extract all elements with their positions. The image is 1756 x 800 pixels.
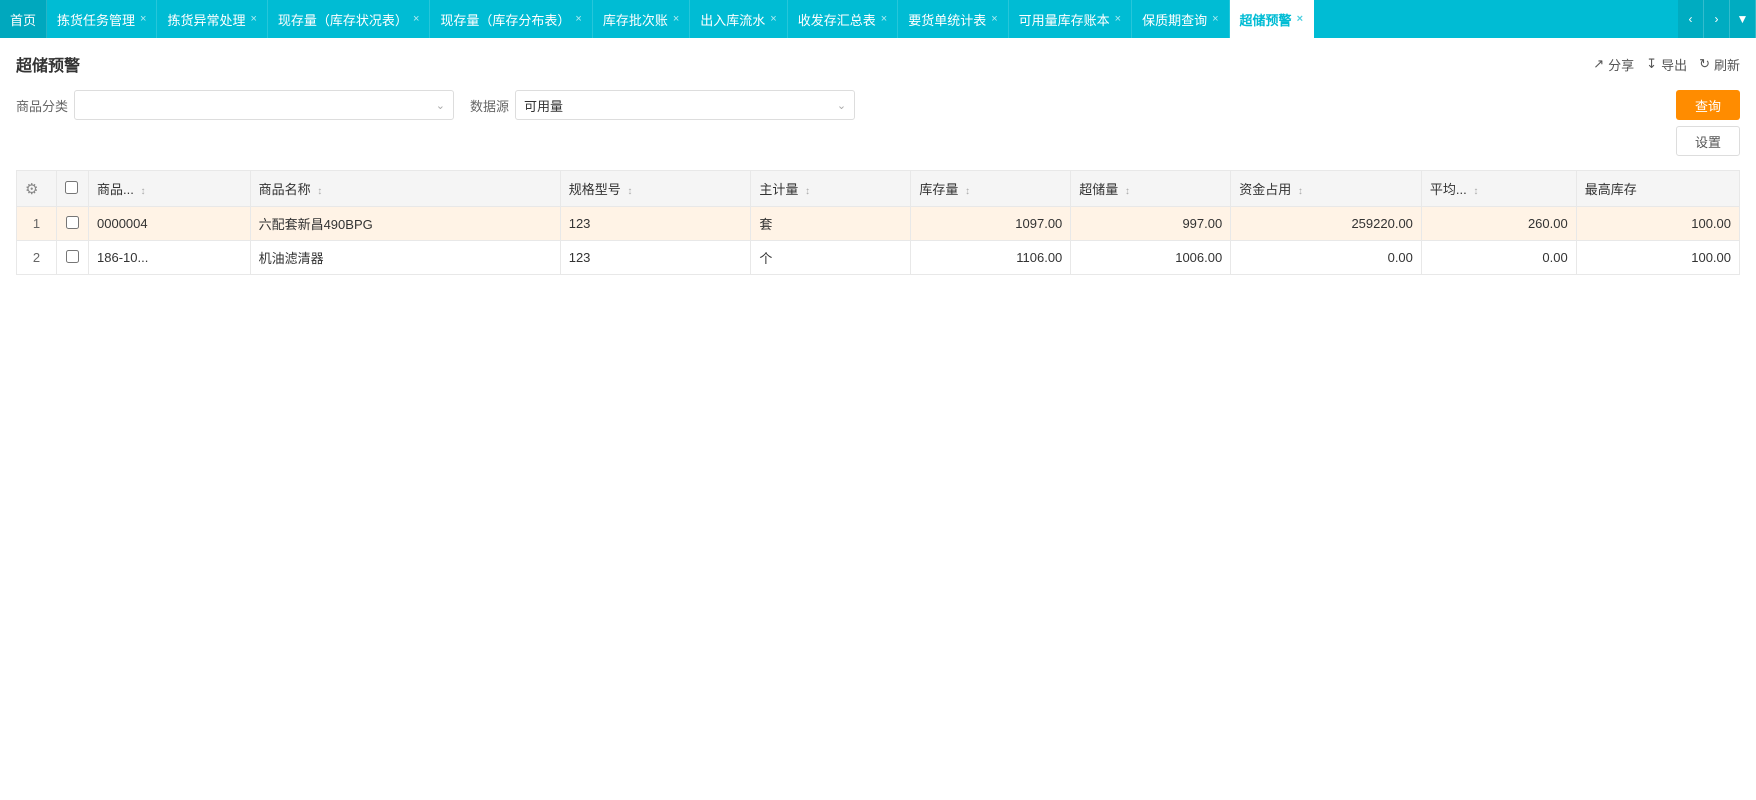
row-code-1: 186-10... (89, 241, 251, 275)
nav-close-stock-status[interactable]: × (413, 13, 419, 25)
datasource-filter: 数据源 可用量 ⌄ (470, 90, 855, 120)
top-nav: 首页 拣货任务管理 × 拣货异常处理 × 现存量（库存状况表） × 现存量（库存… (0, 0, 1756, 38)
refresh-icon: ↻ (1699, 56, 1710, 72)
nav-item-summary[interactable]: 收发存汇总表 × (788, 0, 898, 38)
nav-close-stock-dist[interactable]: × (575, 13, 581, 25)
page-header: 超储预警 ↗ 分享 ↧ 导出 ↻ 刷新 (16, 52, 1740, 76)
row-checkbox-1[interactable] (57, 241, 89, 275)
share-button[interactable]: ↗ 分享 (1593, 55, 1634, 74)
nav-item-overstock[interactable]: 超储预警 × (1230, 0, 1314, 38)
refresh-button[interactable]: ↻ 刷新 (1699, 55, 1740, 74)
query-button[interactable]: 查询 (1676, 90, 1740, 120)
sort-spec-icon[interactable]: ↕ (627, 186, 632, 197)
nav-close-order-stat[interactable]: × (991, 13, 997, 25)
datasource-select[interactable]: 可用量 ⌄ (515, 90, 855, 120)
filter-buttons: 查询 设置 (1676, 90, 1740, 156)
row-maxstock-0: 100.00 (1576, 207, 1739, 241)
export-icon: ↧ (1646, 56, 1657, 72)
column-stock: 库存量 ↕ (911, 171, 1071, 207)
sort-code-icon[interactable]: ↕ (140, 186, 145, 197)
row-stock-1: 1106.00 (911, 241, 1071, 275)
nav-item-stock-dist[interactable]: 现存量（库存分布表） × (430, 0, 592, 38)
row-avg-1: 0.00 (1421, 241, 1576, 275)
nav-close-task[interactable]: × (140, 13, 146, 25)
row-maxstock-1: 100.00 (1576, 241, 1739, 275)
row-num-1: 2 (17, 241, 57, 275)
select-all-checkbox[interactable] (65, 181, 78, 194)
category-filter: 商品分类 ⌄ (16, 90, 454, 120)
page-content: 超储预警 ↗ 分享 ↧ 导出 ↻ 刷新 商品分类 ⌄ (0, 38, 1756, 800)
nav-close-flow[interactable]: × (770, 13, 776, 25)
column-code: 商品... ↕ (89, 171, 251, 207)
sort-stock-icon[interactable]: ↕ (965, 186, 970, 197)
row-code-0: 0000004 (89, 207, 251, 241)
setting-button[interactable]: 设置 (1676, 126, 1740, 156)
column-name: 商品名称 ↕ (250, 171, 560, 207)
column-maxstock: 最高库存 (1576, 171, 1739, 207)
column-spec: 规格型号 ↕ (560, 171, 751, 207)
nav-close-overstock[interactable]: × (1297, 13, 1303, 25)
row-avg-0: 260.00 (1421, 207, 1576, 241)
sort-overstock-icon[interactable]: ↕ (1125, 186, 1130, 197)
row-spec-1: 123 (560, 241, 751, 275)
share-icon: ↗ (1593, 56, 1604, 72)
category-select[interactable]: ⌄ (74, 90, 454, 120)
row-overstock-1: 1006.00 (1071, 241, 1231, 275)
nav-arrows: ‹ › ▼ (1678, 0, 1756, 38)
table-header-row: ⚙ 商品... ↕ 商品名称 ↕ 规格型号 ↕ 主计量 (17, 171, 1740, 207)
export-button[interactable]: ↧ 导出 (1646, 55, 1687, 74)
column-capital: 资金占用 ↕ (1231, 171, 1422, 207)
nav-item-order-stat[interactable]: 要货单统计表 × (898, 0, 1008, 38)
nav-close-available[interactable]: × (1115, 13, 1121, 25)
row-name-0: 六配套新昌490BPG (250, 207, 560, 241)
column-checkbox (57, 171, 89, 207)
row-overstock-0: 997.00 (1071, 207, 1231, 241)
nav-item-task[interactable]: 拣货任务管理 × (47, 0, 157, 38)
row-checkbox-0[interactable] (57, 207, 89, 241)
nav-item-home[interactable]: 首页 (0, 0, 47, 38)
sort-unit-icon[interactable]: ↕ (805, 186, 810, 197)
nav-item-exception[interactable]: 拣货异常处理 × (157, 0, 267, 38)
nav-close-batch[interactable]: × (673, 13, 679, 25)
row-spec-0: 123 (560, 207, 751, 241)
column-unit: 主计量 ↕ (751, 171, 911, 207)
sort-capital-icon[interactable]: ↕ (1298, 186, 1303, 197)
column-settings[interactable]: ⚙ (17, 171, 57, 207)
page-actions: ↗ 分享 ↧ 导出 ↻ 刷新 (1593, 55, 1740, 74)
table-row: 2 186-10... 机油滤清器 123 个 1106.00 1006.00 … (17, 241, 1740, 275)
row-num-0: 1 (17, 207, 57, 241)
gear-icon[interactable]: ⚙ (25, 181, 38, 198)
page-title: 超储预警 (16, 52, 80, 76)
nav-right-arrow[interactable]: › (1704, 0, 1730, 38)
nav-left-arrow[interactable]: ‹ (1678, 0, 1704, 38)
row-capital-0: 259220.00 (1231, 207, 1422, 241)
row-capital-1: 0.00 (1231, 241, 1422, 275)
row-name-1: 机油滤清器 (250, 241, 560, 275)
row-stock-0: 1097.00 (911, 207, 1071, 241)
row-unit-0: 套 (751, 207, 911, 241)
sort-name-icon[interactable]: ↕ (317, 186, 322, 197)
nav-close-summary[interactable]: × (881, 13, 887, 25)
row-unit-1: 个 (751, 241, 911, 275)
column-avg: 平均... ↕ (1421, 171, 1576, 207)
nav-close-exception[interactable]: × (250, 13, 256, 25)
category-select-arrow: ⌄ (436, 99, 445, 112)
nav-item-stock-status[interactable]: 现存量（库存状况表） × (268, 0, 430, 38)
nav-close-expiry[interactable]: × (1212, 13, 1218, 25)
column-overstock: 超储量 ↕ (1071, 171, 1231, 207)
datasource-select-arrow: ⌄ (837, 99, 846, 112)
nav-item-available[interactable]: 可用量库存账本 × (1009, 0, 1132, 38)
nav-item-expiry[interactable]: 保质期查询 × (1132, 0, 1229, 38)
data-table: ⚙ 商品... ↕ 商品名称 ↕ 规格型号 ↕ 主计量 (16, 170, 1740, 275)
nav-item-flow[interactable]: 出入库流水 × (690, 0, 787, 38)
table-row: 1 0000004 六配套新昌490BPG 123 套 1097.00 997.… (17, 207, 1740, 241)
nav-more-arrow[interactable]: ▼ (1730, 0, 1756, 38)
nav-item-batch[interactable]: 库存批次账 × (593, 0, 690, 38)
sort-avg-icon[interactable]: ↕ (1473, 186, 1478, 197)
